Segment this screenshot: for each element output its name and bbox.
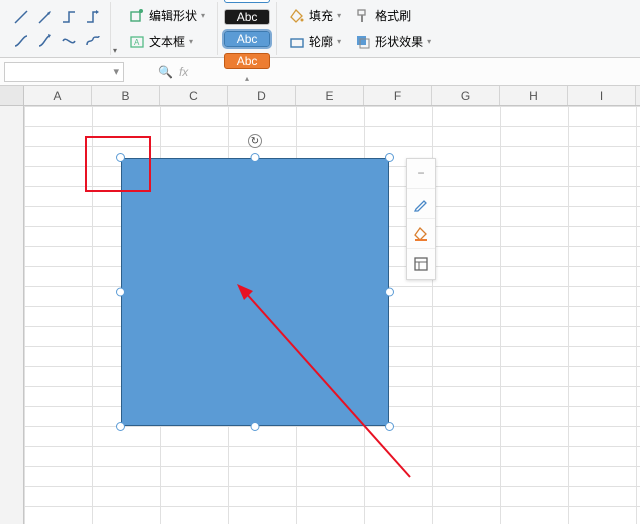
fill-icon [289, 8, 305, 24]
format-group: 填充▾ 格式刷 轮廓▾ 形状效果▾ [277, 2, 443, 55]
mini-collapse-button[interactable]: − [407, 159, 435, 189]
col-label: F [394, 89, 401, 103]
textbox-icon: A [129, 34, 145, 50]
col-header[interactable]: D [228, 86, 296, 105]
fill-button[interactable]: 填充▾ [283, 4, 347, 28]
row-headers[interactable] [0, 106, 24, 524]
rotate-handle-icon[interactable]: ↻ [248, 134, 262, 148]
formula-input[interactable] [192, 62, 640, 82]
style-label: Abc [237, 32, 258, 46]
mini-fill-button[interactable] [407, 219, 435, 249]
col-label: D [257, 89, 266, 103]
connectors-group [4, 2, 111, 55]
style-label: Abc [237, 10, 258, 24]
col-label: I [600, 89, 603, 103]
resize-handle-e[interactable] [385, 288, 394, 297]
col-header[interactable]: E [296, 86, 364, 105]
edit-shape-label: 编辑形状 [149, 7, 197, 24]
layout-icon [413, 256, 429, 272]
svg-text:A: A [134, 38, 140, 47]
outline-button[interactable]: 轮廓▾ [283, 30, 347, 54]
col-label: A [53, 89, 61, 103]
fx-icons: 🔍 fx [158, 65, 188, 79]
outline-icon [289, 34, 305, 50]
bucket-icon [413, 226, 429, 242]
edit-group: 编辑形状 ▾ A 文本框 ▾ [117, 2, 218, 55]
column-header-row: A B C D E F G H I [0, 86, 640, 106]
shape-mini-toolbar: − [406, 158, 436, 280]
dropdown-icon: ▾ [201, 11, 205, 20]
connector-elbow-icon[interactable] [58, 6, 80, 28]
col-label: B [121, 89, 129, 103]
resize-handle-nw[interactable] [116, 153, 125, 162]
connector-line-icon[interactable] [10, 6, 32, 28]
col-header[interactable]: B [92, 86, 160, 105]
resize-handle-ne[interactable] [385, 153, 394, 162]
sheet-grid[interactable]: ↻ − [0, 106, 640, 524]
col-label: H [529, 89, 538, 103]
shape-style-gallery: Abc Abc Abc Abc Abc ▴▾ [218, 2, 277, 55]
edit-shape-icon [129, 8, 145, 24]
style-label: Abc [237, 0, 258, 2]
shape-style-2[interactable]: Abc [224, 0, 270, 3]
connector-double-curve-icon[interactable] [58, 30, 80, 52]
textbox-button[interactable]: A 文本框 ▾ [123, 30, 211, 54]
connectors-gallery [10, 6, 104, 52]
selected-shape[interactable]: ↻ [115, 152, 395, 432]
textbox-label: 文本框 [149, 33, 185, 50]
shape-style-4[interactable]: Abc [224, 31, 270, 47]
format-painter-icon [355, 8, 371, 24]
format-painter-button[interactable]: 格式刷 [349, 4, 417, 28]
fx-search-icon[interactable]: 🔍 [158, 65, 173, 79]
connector-curve-arrow-icon[interactable] [34, 30, 56, 52]
col-label: C [189, 89, 198, 103]
minus-icon: − [413, 166, 429, 182]
col-header[interactable]: F [364, 86, 432, 105]
col-header[interactable]: A [24, 86, 92, 105]
mini-layout-button[interactable] [407, 249, 435, 279]
format-painter-label: 格式刷 [375, 7, 411, 24]
pen-icon [413, 196, 429, 212]
select-all-corner[interactable] [0, 86, 24, 105]
dropdown-icon: ▾ [189, 37, 193, 46]
connector-freeform-icon[interactable] [82, 30, 104, 52]
outline-label: 轮廓 [309, 33, 333, 50]
shape-rectangle[interactable] [121, 158, 389, 426]
shape-style-3[interactable]: Abc [224, 9, 270, 25]
name-box[interactable]: ▾ [4, 62, 124, 82]
col-header[interactable]: I [568, 86, 636, 105]
col-header[interactable]: C [160, 86, 228, 105]
connector-elbow-arrow-icon[interactable] [82, 6, 104, 28]
shape-effects-label: 形状效果 [375, 33, 423, 50]
resize-handle-s[interactable] [251, 422, 260, 431]
edit-shape-button[interactable]: 编辑形状 ▾ [123, 4, 211, 28]
shape-effects-icon [355, 34, 371, 50]
namebox-dropdown-icon: ▾ [113, 65, 119, 78]
resize-handle-n[interactable] [251, 153, 260, 162]
connector-arrow-icon[interactable] [34, 6, 56, 28]
fx-symbol[interactable]: fx [179, 65, 188, 79]
resize-handle-sw[interactable] [116, 422, 125, 431]
shape-effects-button[interactable]: 形状效果▾ [349, 30, 437, 54]
fill-label: 填充 [309, 7, 333, 24]
col-header[interactable]: G [432, 86, 500, 105]
col-label: G [461, 89, 470, 103]
formula-bar: ▾ 🔍 fx [0, 58, 640, 86]
resize-handle-se[interactable] [385, 422, 394, 431]
ribbon: ▾ 编辑形状 ▾ A 文本框 ▾ Abc Abc Abc Abc Abc ▴▾ [0, 0, 640, 58]
col-header[interactable]: H [500, 86, 568, 105]
connector-curve-icon[interactable] [10, 30, 32, 52]
col-label: E [325, 89, 333, 103]
mini-pen-button[interactable] [407, 189, 435, 219]
resize-handle-w[interactable] [116, 288, 125, 297]
